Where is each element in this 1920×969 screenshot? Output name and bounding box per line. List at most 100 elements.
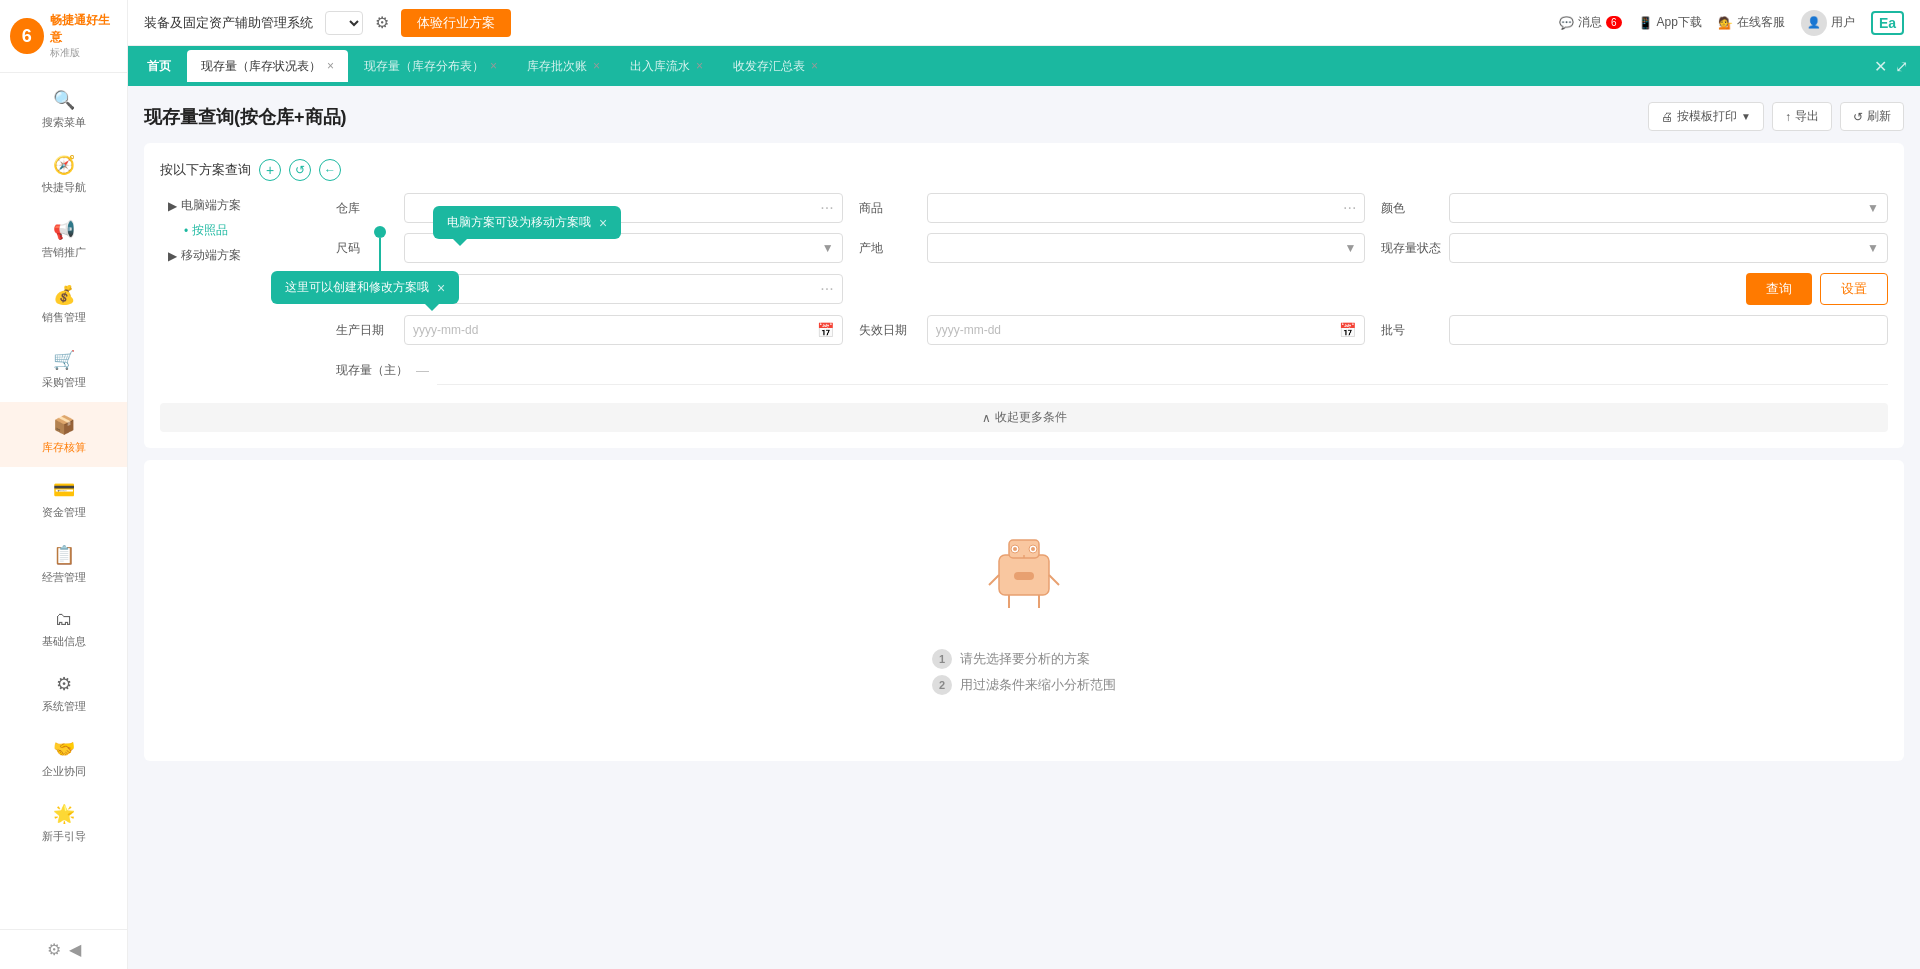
sidebar-item-guide[interactable]: 🧭 快捷导航: [0, 142, 127, 207]
tab-close-batch-ledger[interactable]: ×: [593, 59, 600, 73]
system-icon: ⚙: [56, 673, 72, 695]
sidebar-item-enterprise[interactable]: 🤝 企业协同: [0, 726, 127, 791]
logo-badge: 标准版: [50, 46, 117, 60]
tab-batch-ledger[interactable]: 库存批次账 ×: [513, 50, 614, 82]
tab-inventory-status[interactable]: 现存量（库存状况表） ×: [187, 50, 348, 82]
sidebar-item-marketing[interactable]: 📢 营销推广: [0, 207, 127, 272]
exp-date-input[interactable]: yyyy-mm-dd 📅: [927, 315, 1366, 345]
tab-home[interactable]: 首页: [133, 50, 185, 82]
support-item[interactable]: 💁 在线客服: [1718, 14, 1785, 31]
print-arrow: ▼: [1741, 111, 1751, 122]
step-num-2: 2: [932, 675, 952, 695]
avatar: 👤: [1801, 10, 1827, 36]
tab-expand-icon[interactable]: ⤢: [1895, 57, 1908, 76]
color-select[interactable]: ▼: [1449, 193, 1888, 223]
pc-scheme-item[interactable]: ▶ 电脑端方案: [160, 193, 320, 218]
logo-area: 6 畅捷通好生意 标准版: [0, 0, 127, 73]
ea-item[interactable]: Ea: [1871, 11, 1904, 35]
sidebar-item-search[interactable]: 🔍 搜索菜单: [0, 77, 127, 142]
sales-icon: 💰: [53, 284, 75, 306]
batch-label: 批号: [1381, 322, 1441, 339]
tab-close-inventory-dist[interactable]: ×: [490, 59, 497, 73]
inventory-icon: 📦: [53, 414, 75, 436]
mobile-scheme-item[interactable]: ▶ 移动端方案: [160, 243, 320, 268]
filter-arrow-button[interactable]: ←: [319, 159, 341, 181]
finance-icon: 💳: [53, 479, 75, 501]
prod-date-input[interactable]: yyyy-mm-dd 📅: [404, 315, 843, 345]
pc-scheme-label: 电脑端方案: [181, 197, 241, 214]
tab-close-receive-summary[interactable]: ×: [811, 59, 818, 73]
sidebar-item-sales[interactable]: 💰 销售管理: [0, 272, 127, 337]
filter-refresh-button[interactable]: ↺: [289, 159, 311, 181]
sidebar-item-inventory[interactable]: 📦 库存核算: [0, 402, 127, 467]
origin-select[interactable]: ▼: [927, 233, 1366, 263]
field-origin-label: 产地: [859, 240, 919, 257]
tab-inout-flow[interactable]: 出入库流水 ×: [616, 50, 717, 82]
export-icon: ↑: [1785, 110, 1791, 124]
print-label: 按模板打印: [1677, 108, 1737, 125]
tooltip2-text: 这里可以创建和修改方案哦: [285, 279, 429, 296]
exp-date-label: 失效日期: [859, 322, 919, 339]
empty-step-2: 2 用过滤条件来缩小分析范围: [932, 675, 1116, 695]
tab-inventory-dist[interactable]: 现存量（库存分布表） ×: [350, 50, 511, 82]
ea-label: Ea: [1871, 11, 1904, 35]
prod-date-placeholder: yyyy-mm-dd: [413, 323, 478, 337]
refresh-button[interactable]: ↺ 刷新: [1840, 102, 1904, 131]
basic-icon: 🗂: [55, 609, 73, 630]
filter-add-button[interactable]: +: [259, 159, 281, 181]
newbie-icon: 🌟: [53, 803, 75, 825]
goods-dots[interactable]: ···: [1343, 199, 1356, 217]
reset-button[interactable]: 设置: [1820, 273, 1888, 305]
tab-home-label: 首页: [147, 58, 171, 75]
tooltip1-close[interactable]: ×: [599, 215, 607, 231]
sidebar-item-purchase[interactable]: 🛒 采购管理: [0, 337, 127, 402]
settings-bottom-icon[interactable]: ⚙: [47, 940, 61, 959]
filter-row-date: 生产日期 yyyy-mm-dd 📅 失效日期 yyyy-mm-dd 📅: [336, 315, 1888, 345]
scheme-tree: ▶ 电脑端方案 • 按照品 ▶ 移动端方案: [160, 193, 320, 268]
exp-date-icon: 📅: [1339, 322, 1356, 338]
message-icon: 💬: [1559, 16, 1574, 30]
svg-point-6: [1031, 547, 1035, 551]
sidebar-item-basic[interactable]: 🗂 基础信息: [0, 597, 127, 661]
tab-inventory-status-label: 现存量（库存状况表）: [201, 58, 321, 75]
refresh-label: 刷新: [1867, 108, 1891, 125]
guide-icon: 🧭: [53, 154, 75, 176]
tab-batch-ledger-label: 库存批次账: [527, 58, 587, 75]
search-button[interactable]: 查询: [1746, 273, 1812, 305]
tab-close-inventory-status[interactable]: ×: [327, 59, 334, 73]
tab-close-icon[interactable]: ✕: [1874, 57, 1887, 76]
tooltip-create-scheme: 这里可以创建和修改方案哦 ×: [271, 271, 459, 304]
trial-button[interactable]: 体验行业方案: [401, 9, 511, 37]
status-select[interactable]: ▼: [1449, 233, 1888, 263]
collapse-icon[interactable]: ◀: [69, 940, 81, 959]
collapse-button[interactable]: ∧ 收起更多条件: [160, 403, 1888, 432]
warehouse-dots[interactable]: ···: [820, 199, 833, 217]
sidebar-item-finance[interactable]: 💳 资金管理: [0, 467, 127, 532]
header-gear-icon[interactable]: ⚙: [375, 13, 389, 32]
exp-date-placeholder: yyyy-mm-dd: [936, 323, 1001, 337]
tab-close-inout-flow[interactable]: ×: [696, 59, 703, 73]
system-title: 装备及固定资产辅助管理系统: [144, 14, 313, 32]
message-item[interactable]: 💬 消息 6: [1559, 14, 1622, 31]
bygoods-select[interactable]: ···: [404, 274, 843, 304]
batch-input[interactable]: [1449, 315, 1888, 345]
goods-select[interactable]: ···: [927, 193, 1366, 223]
print-button[interactable]: 🖨 按模板打印 ▼: [1648, 102, 1764, 131]
support-icon: 💁: [1718, 16, 1733, 30]
content-area: 现存量查询(按仓库+商品) 🖨 按模板打印 ▼ ↑ 导出 ↺ 刷新: [128, 86, 1920, 777]
tooltip2-close[interactable]: ×: [437, 280, 445, 296]
pc-item-label[interactable]: • 按照品: [160, 218, 320, 243]
export-button[interactable]: ↑ 导出: [1772, 102, 1832, 131]
sidebar-item-system[interactable]: ⚙ 系统管理: [0, 661, 127, 726]
sidebar-item-operations[interactable]: 📋 经营管理: [0, 532, 127, 597]
tab-receive-summary[interactable]: 收发存汇总表 ×: [719, 50, 832, 82]
filter-header: 按以下方案查询 + ↺ ←: [160, 159, 1888, 181]
pc-arrow: ▶: [168, 199, 177, 213]
sidebar-item-newbie[interactable]: 🌟 新手引导: [0, 791, 127, 856]
header: 装备及固定资产辅助管理系统 ⚙ 体验行业方案 💬 消息 6 📱 App下载 💁 …: [128, 0, 1920, 46]
user-item[interactable]: 👤 用户: [1801, 10, 1855, 36]
system-select[interactable]: [325, 11, 363, 35]
bygoods-dots[interactable]: ···: [820, 280, 833, 298]
page-header: 现存量查询(按仓库+商品) 🖨 按模板打印 ▼ ↑ 导出 ↺ 刷新: [144, 102, 1904, 131]
app-download-item[interactable]: 📱 App下载: [1638, 14, 1702, 31]
